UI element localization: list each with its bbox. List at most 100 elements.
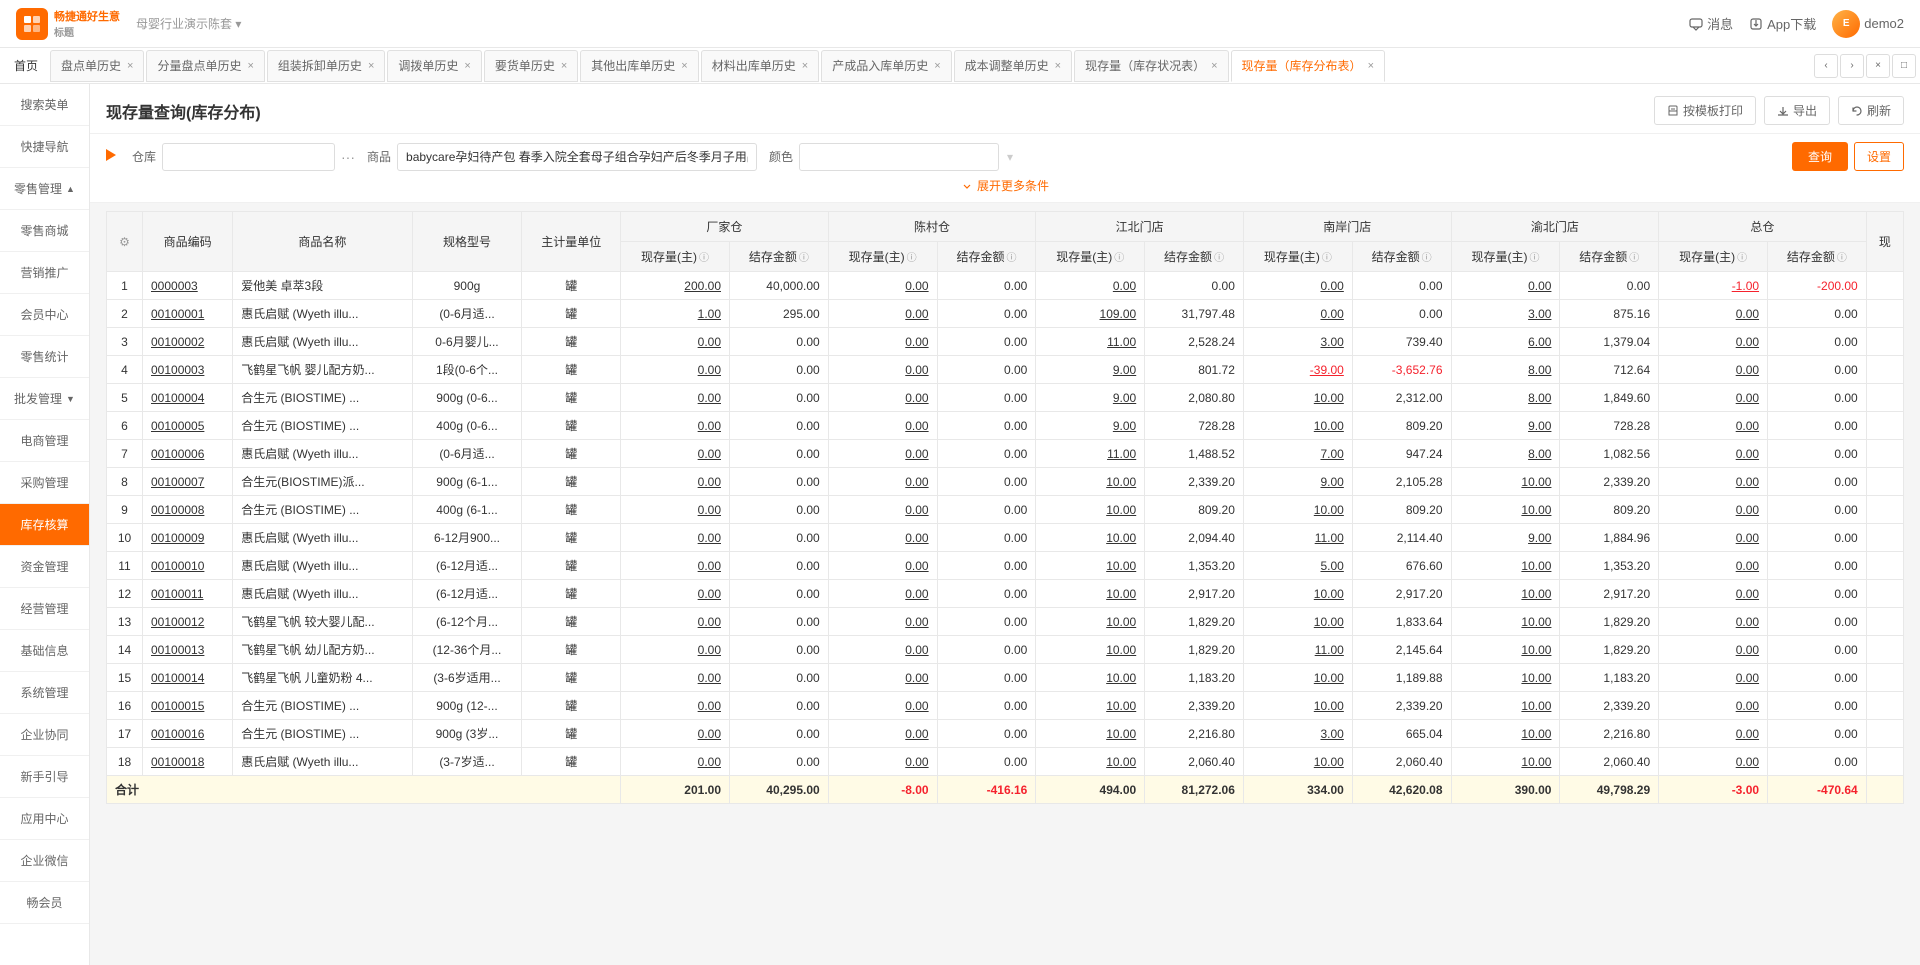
sidebar-item-purchase[interactable]: 采购管理 (0, 462, 89, 504)
cell-c5-qty[interactable]: 10.00 (1451, 664, 1560, 692)
cell-c5-qty[interactable]: 10.00 (1451, 580, 1560, 608)
filter-toggle-btn[interactable] (106, 149, 116, 161)
cell-c1-qty[interactable]: 0.00 (621, 384, 730, 412)
tab-close-stock6[interactable]: × (681, 60, 687, 72)
info-icon-tot-amt[interactable]: ⓘ (1837, 249, 1847, 264)
cell-c2-qty[interactable]: 0.00 (828, 608, 937, 636)
cell-tot-qty[interactable]: 0.00 (1659, 300, 1768, 328)
cell-c2-qty[interactable]: 0.00 (828, 272, 937, 300)
cell-c1-qty[interactable]: 0.00 (621, 720, 730, 748)
cell-c1-qty[interactable]: 0.00 (621, 664, 730, 692)
cell-c3-qty[interactable]: 10.00 (1036, 468, 1145, 496)
cell-c2-qty[interactable]: 0.00 (828, 440, 937, 468)
cell-c2-qty[interactable]: 0.00 (828, 384, 937, 412)
sidebar-item-vip[interactable]: 畅会员 (0, 882, 89, 924)
info-icon-jb-qty[interactable]: ⓘ (1114, 249, 1124, 264)
warehouse-ellipsis[interactable]: ··· (341, 149, 355, 165)
cell-code[interactable]: 00100007 (143, 468, 233, 496)
tab-close-stock10[interactable]: × (1211, 60, 1217, 72)
cell-c5-qty[interactable]: 6.00 (1451, 328, 1560, 356)
cell-code[interactable]: 00100009 (143, 524, 233, 552)
cell-tot-qty[interactable]: 0.00 (1659, 748, 1768, 776)
cell-c5-qty[interactable]: 10.00 (1451, 552, 1560, 580)
cell-tot-qty[interactable]: 0.00 (1659, 328, 1768, 356)
cell-c3-qty[interactable]: 109.00 (1036, 300, 1145, 328)
tab-close-stock9[interactable]: × (1055, 60, 1061, 72)
cell-c4-qty[interactable]: 11.00 (1243, 524, 1352, 552)
cell-c5-qty[interactable]: 10.00 (1451, 636, 1560, 664)
cell-c3-qty[interactable]: 10.00 (1036, 496, 1145, 524)
settings-btn[interactable]: 设置 (1854, 142, 1904, 171)
cell-code[interactable]: 00100001 (143, 300, 233, 328)
info-icon-yb-amt[interactable]: ⓘ (1629, 249, 1639, 264)
cell-c2-qty[interactable]: 0.00 (828, 692, 937, 720)
cell-c3-qty[interactable]: 10.00 (1036, 720, 1145, 748)
tab-stock5[interactable]: 要货单历史 × (484, 50, 578, 82)
cell-c4-qty[interactable]: 10.00 (1243, 384, 1352, 412)
tab-stock1[interactable]: 盘点单历史 × (50, 50, 144, 82)
cell-tot-qty[interactable]: 0.00 (1659, 720, 1768, 748)
cell-c1-qty[interactable]: 0.00 (621, 328, 730, 356)
cell-c4-qty[interactable]: 10.00 (1243, 748, 1352, 776)
sidebar-item-wholesale[interactable]: 批发管理 ▼ (0, 378, 89, 420)
tab-next-btn[interactable]: › (1840, 54, 1864, 78)
sidebar-item-retail[interactable]: 零售管理 ▲ (0, 168, 89, 210)
cell-tot-qty[interactable]: 0.00 (1659, 608, 1768, 636)
cell-c2-qty[interactable]: 0.00 (828, 524, 937, 552)
cell-c4-qty[interactable]: 10.00 (1243, 664, 1352, 692)
sidebar-item-finance[interactable]: 资金管理 (0, 546, 89, 588)
tab-stock8[interactable]: 产成品入库单历史 × (821, 50, 951, 82)
info-icon-jb-amt[interactable]: ⓘ (1214, 249, 1224, 264)
cell-c2-qty[interactable]: 0.00 (828, 580, 937, 608)
cell-c3-qty[interactable]: 10.00 (1036, 748, 1145, 776)
cell-c4-qty[interactable]: 5.00 (1243, 552, 1352, 580)
sidebar-item-quick[interactable]: 快捷导航 (0, 126, 89, 168)
cell-c4-qty[interactable]: 10.00 (1243, 692, 1352, 720)
cell-c4-qty[interactable]: 0.00 (1243, 272, 1352, 300)
info-icon-na-amt[interactable]: ⓘ (1422, 249, 1432, 264)
info-icon-cc-qty[interactable]: ⓘ (907, 249, 917, 264)
cell-c5-qty[interactable]: 10.00 (1451, 608, 1560, 636)
cell-c1-qty[interactable]: 200.00 (621, 272, 730, 300)
cell-c5-qty[interactable]: 0.00 (1451, 272, 1560, 300)
cell-c5-qty[interactable]: 10.00 (1451, 720, 1560, 748)
cell-c2-qty[interactable]: 0.00 (828, 356, 937, 384)
cell-c5-qty[interactable]: 9.00 (1451, 412, 1560, 440)
cell-c1-qty[interactable]: 0.00 (621, 468, 730, 496)
cell-c1-qty[interactable]: 0.00 (621, 440, 730, 468)
product-input[interactable] (397, 143, 757, 171)
cell-c4-qty[interactable]: 11.00 (1243, 636, 1352, 664)
sidebar-item-apps[interactable]: 应用中心 (0, 798, 89, 840)
tab-stock10[interactable]: 现存量（库存状况表） × (1074, 50, 1228, 82)
query-btn[interactable]: 查询 (1792, 142, 1848, 171)
cell-tot-qty[interactable]: 0.00 (1659, 524, 1768, 552)
tab-close-stock2[interactable]: × (247, 60, 253, 72)
tab-prev-btn[interactable]: ‹ (1814, 54, 1838, 78)
cell-c3-qty[interactable]: 10.00 (1036, 608, 1145, 636)
cell-c4-qty[interactable]: 10.00 (1243, 496, 1352, 524)
sidebar-item-member[interactable]: 会员中心 (0, 294, 89, 336)
cell-c3-qty[interactable]: 0.00 (1036, 272, 1145, 300)
cell-c4-qty[interactable]: 9.00 (1243, 468, 1352, 496)
cell-code[interactable]: 00100013 (143, 636, 233, 664)
cell-code[interactable]: 00100014 (143, 664, 233, 692)
tab-close-stock8[interactable]: × (934, 60, 940, 72)
tab-close-stock11[interactable]: × (1368, 60, 1374, 72)
tab-close-btn[interactable]: × (1866, 54, 1890, 78)
cell-tot-qty[interactable]: 0.00 (1659, 468, 1768, 496)
sidebar-item-retail-shop[interactable]: 零售商城 (0, 210, 89, 252)
cell-c4-qty[interactable]: 3.00 (1243, 328, 1352, 356)
cell-c3-qty[interactable]: 11.00 (1036, 440, 1145, 468)
tab-close-stock5[interactable]: × (561, 60, 567, 72)
cell-code[interactable]: 00100006 (143, 440, 233, 468)
cell-c5-qty[interactable]: 10.00 (1451, 468, 1560, 496)
cell-c1-qty[interactable]: 0.00 (621, 636, 730, 664)
cell-tot-qty[interactable]: 0.00 (1659, 692, 1768, 720)
sidebar-item-marketing[interactable]: 营销推广 (0, 252, 89, 294)
refresh-btn[interactable]: 刷新 (1838, 96, 1904, 125)
tab-stock9[interactable]: 成本调整单历史 × (954, 50, 1072, 82)
tab-stock4[interactable]: 调拨单历史 × (387, 50, 481, 82)
cell-c2-qty[interactable]: 0.00 (828, 496, 937, 524)
cell-c1-qty[interactable]: 0.00 (621, 748, 730, 776)
cell-c5-qty[interactable]: 8.00 (1451, 356, 1560, 384)
